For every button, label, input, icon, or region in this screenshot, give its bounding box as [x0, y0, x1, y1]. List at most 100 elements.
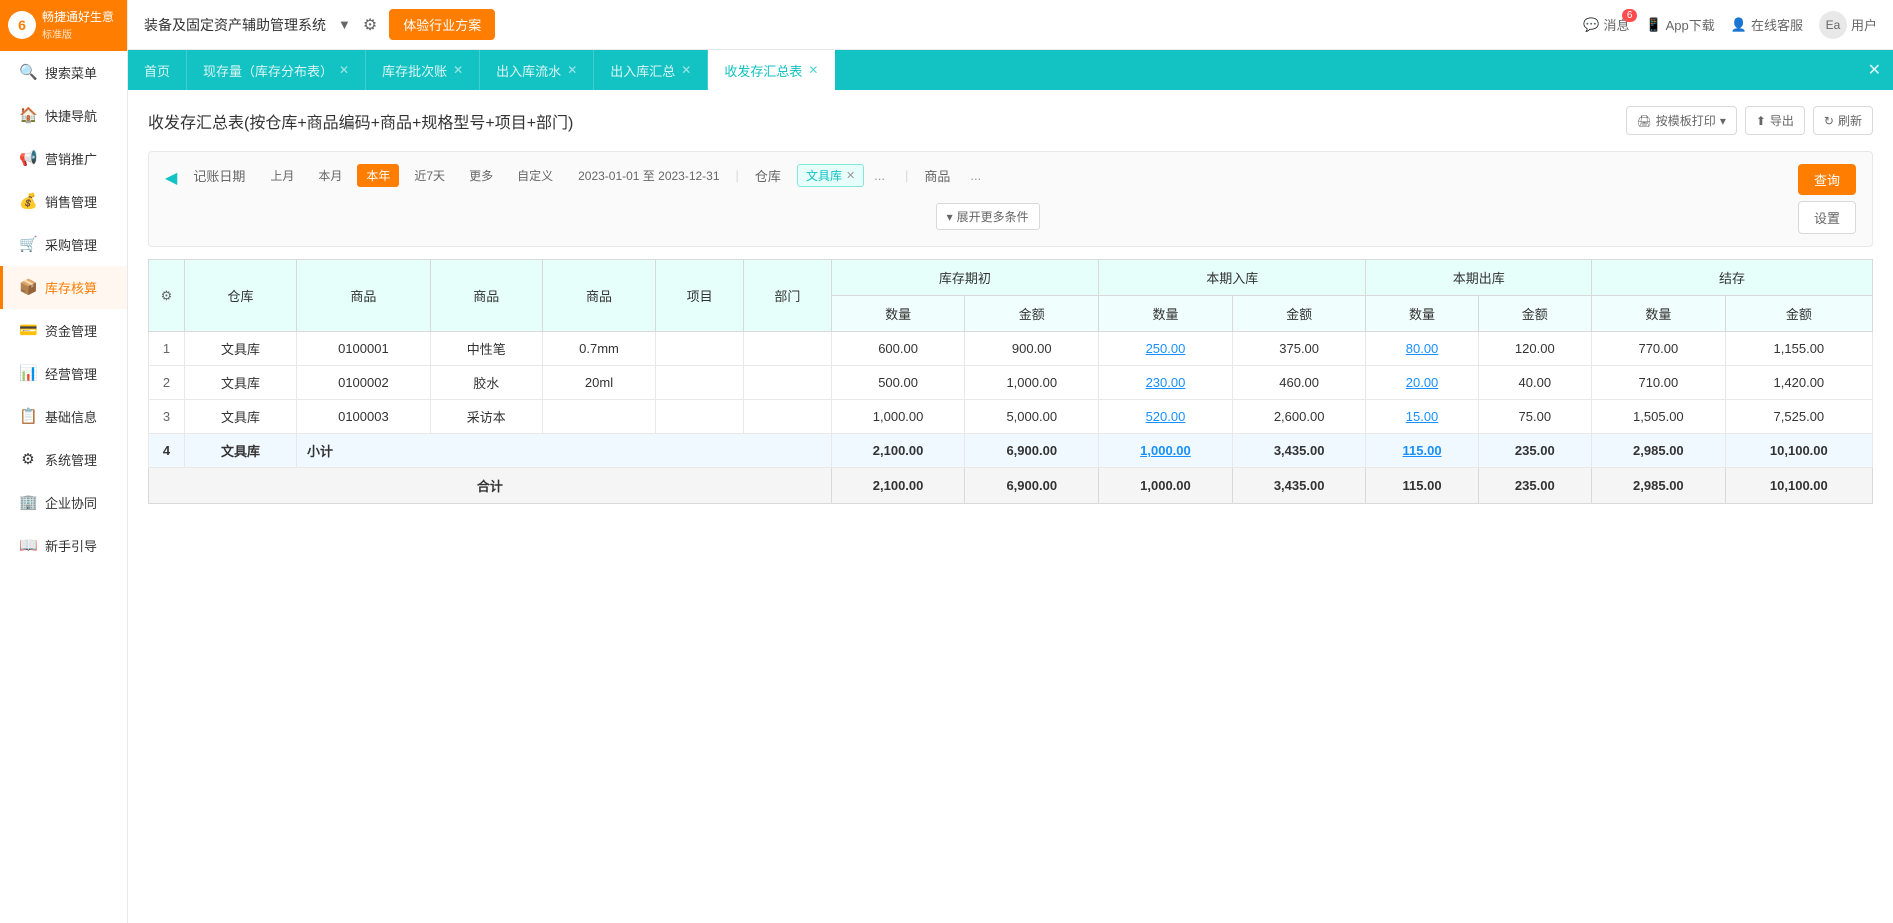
row-spec: [542, 400, 655, 434]
tab-close-inout-summary[interactable]: ✕: [681, 63, 691, 77]
date-btn-自定义[interactable]: 自定义: [508, 164, 562, 187]
sidebar-item-inventory[interactable]: 📦库存核算: [0, 266, 127, 309]
header-right: 💬 消息 6 📱 App下载 👤 在线客服 Ea 用户: [1583, 11, 1877, 39]
warehouse-tag-close[interactable]: ✕: [846, 169, 855, 182]
row-code: 0100003: [297, 400, 431, 434]
col-group-opening: 库存期初: [831, 260, 1098, 296]
row-project: [656, 366, 744, 400]
warehouse-tag: 文具库 ✕: [797, 164, 864, 187]
app-download-action[interactable]: 📱 App下载: [1645, 15, 1714, 34]
sidebar-item-finance[interactable]: 💳 资金管理: [0, 309, 127, 352]
date-btn-更多[interactable]: 更多: [460, 164, 502, 187]
finance-icon: 💳: [19, 321, 37, 339]
sidebar-item-label: 新手引导: [45, 536, 97, 555]
collapse-filter-icon[interactable]: ◀: [165, 168, 177, 188]
tab-recv-send[interactable]: 收发存汇总表✕: [708, 50, 835, 90]
page-inner: 收发存汇总表(按仓库+商品编码+商品+规格型号+项目+部门) 🖨 按模板打印 ▾…: [128, 90, 1893, 923]
row-close-amt: 1,155.00: [1725, 332, 1872, 366]
online-service-action[interactable]: 👤 在线客服: [1731, 15, 1803, 34]
date-btn-本月[interactable]: 本月: [309, 164, 351, 187]
set-button[interactable]: 设置: [1798, 201, 1856, 234]
row-code: 0100001: [297, 332, 431, 366]
table-settings-col[interactable]: ⚙: [149, 260, 185, 332]
sales-icon: 💰: [19, 192, 37, 210]
settings-icon[interactable]: ⚙: [363, 15, 377, 35]
user-action[interactable]: Ea 用户: [1819, 11, 1877, 39]
row-dept: [743, 400, 831, 434]
tab-close-recv-send[interactable]: ✕: [808, 63, 818, 77]
row-open-amt: 900.00: [965, 332, 1099, 366]
row-close-amt: 1,420.00: [1725, 366, 1872, 400]
sidebar-item-operations[interactable]: 📊经营管理: [0, 352, 127, 395]
main-area: 装备及固定资产辅助管理系统 ▼ ⚙ 体验行业方案 💬 消息 6 📱 App下载 …: [128, 0, 1893, 923]
row-out-qty[interactable]: 15.00: [1366, 400, 1478, 434]
row-in-qty[interactable]: 250.00: [1099, 332, 1233, 366]
date-btn-本年[interactable]: 本年: [357, 164, 399, 187]
total-in-qty: 1,000.00: [1099, 468, 1233, 504]
sidebar-item-marketing[interactable]: 📢营销推广: [0, 137, 127, 180]
row-warehouse: 文具库: [185, 332, 297, 366]
tab-inout-summary[interactable]: 出入库汇总✕: [594, 50, 708, 90]
sidebar-item-label: 企业协同: [45, 493, 97, 512]
sidebar-item-purchase[interactable]: 🛒采购管理: [0, 223, 127, 266]
sidebar-item-guide[interactable]: 📖新手引导: [0, 524, 127, 567]
row-close-qty: 1,505.00: [1592, 400, 1726, 434]
subtotal-in-qty[interactable]: 1,000.00: [1099, 434, 1233, 468]
col-group-closing: 结存: [1592, 260, 1873, 296]
row-in-qty[interactable]: 520.00: [1099, 400, 1233, 434]
subtotal-close-qty: 2,985.00: [1592, 434, 1726, 468]
export-button[interactable]: ⬆ 导出: [1745, 106, 1805, 135]
warehouse-field: 文具库 ✕ ...: [797, 164, 889, 187]
table-row: 3 文具库 0100003 采访本 1,000.00 5,000.00 520.…: [149, 400, 1873, 434]
export-icon: ⬆: [1756, 114, 1766, 128]
sidebar-item-system[interactable]: ⚙系统管理: [0, 438, 127, 481]
sidebar-item-label: 资金管理: [45, 321, 97, 340]
tab-inout-flow[interactable]: 出入库流水✕: [480, 50, 594, 90]
row-out-qty[interactable]: 20.00: [1366, 366, 1478, 400]
subtotal-close-amt: 10,100.00: [1725, 434, 1872, 468]
query-button[interactable]: 查询: [1798, 164, 1856, 195]
tab-batch[interactable]: 库存批次账✕: [366, 50, 480, 90]
filter-row-1: 记账日期 上月本月本年近7天更多自定义 2023-01-01 至 2023-12…: [193, 164, 1782, 187]
row-spec: 20ml: [542, 366, 655, 400]
row-out-qty[interactable]: 80.00: [1366, 332, 1478, 366]
table-wrap: ⚙ 仓库 商品 商品 商品 项目 部门 库存期初 本期入库 本期出库 结存: [148, 259, 1873, 504]
printer-icon: 🖨: [1637, 114, 1652, 128]
message-icon: 💬: [1583, 17, 1599, 33]
row-in-amt: 375.00: [1232, 332, 1366, 366]
sidebar-item-sales[interactable]: 💰销售管理: [0, 180, 127, 223]
row-in-qty[interactable]: 230.00: [1099, 366, 1233, 400]
search-icon: 🔍: [19, 63, 37, 81]
row-open-qty: 1,000.00: [831, 400, 965, 434]
row-open-amt: 1,000.00: [965, 366, 1099, 400]
expand-conditions-button[interactable]: ▾ 展开更多条件: [936, 203, 1040, 230]
goods-dots[interactable]: ...: [966, 168, 985, 183]
sidebar-item-search[interactable]: 🔍搜索菜单: [0, 51, 127, 94]
sidebar-item-basic-info[interactable]: 📋基础信息: [0, 395, 127, 438]
system-dropdown[interactable]: ▼: [338, 17, 351, 32]
date-shortcuts: 上月本月本年近7天更多自定义: [261, 164, 562, 187]
sidebar-item-corp[interactable]: 🏢企业协同: [0, 481, 127, 524]
date-btn-上月[interactable]: 上月: [261, 164, 303, 187]
row-code: 0100002: [297, 366, 431, 400]
message-action[interactable]: 💬 消息 6: [1583, 15, 1629, 34]
tab-inventory-dist[interactable]: 现存量（库存分布表）✕: [187, 50, 366, 90]
tab-close-inout-flow[interactable]: ✕: [567, 63, 577, 77]
tab-close-inventory-dist[interactable]: ✕: [339, 63, 349, 77]
refresh-button[interactable]: ↻ 刷新: [1813, 106, 1873, 135]
row-warehouse: 文具库: [185, 366, 297, 400]
date-btn-近7天[interactable]: 近7天: [405, 164, 454, 187]
warehouse-dots[interactable]: ...: [870, 168, 889, 183]
inventory-icon: 📦: [19, 278, 37, 296]
tab-home[interactable]: 首页: [128, 50, 187, 90]
subtotal-out-qty[interactable]: 115.00: [1366, 434, 1478, 468]
col-out-qty: 数量: [1366, 296, 1478, 332]
row-close-qty: 770.00: [1592, 332, 1726, 366]
try-button[interactable]: 体验行业方案: [389, 9, 495, 40]
sidebar-item-quick-nav[interactable]: 🏠快捷导航: [0, 94, 127, 137]
print-button[interactable]: 🖨 按模板打印 ▾: [1626, 106, 1737, 135]
close-all-tabs[interactable]: ✕: [1856, 60, 1893, 80]
col-header-project: 项目: [656, 260, 744, 332]
total-row: 合计 2,100.00 6,900.00 1,000.00 3,435.00 1…: [149, 468, 1873, 504]
tab-close-batch[interactable]: ✕: [453, 63, 463, 77]
